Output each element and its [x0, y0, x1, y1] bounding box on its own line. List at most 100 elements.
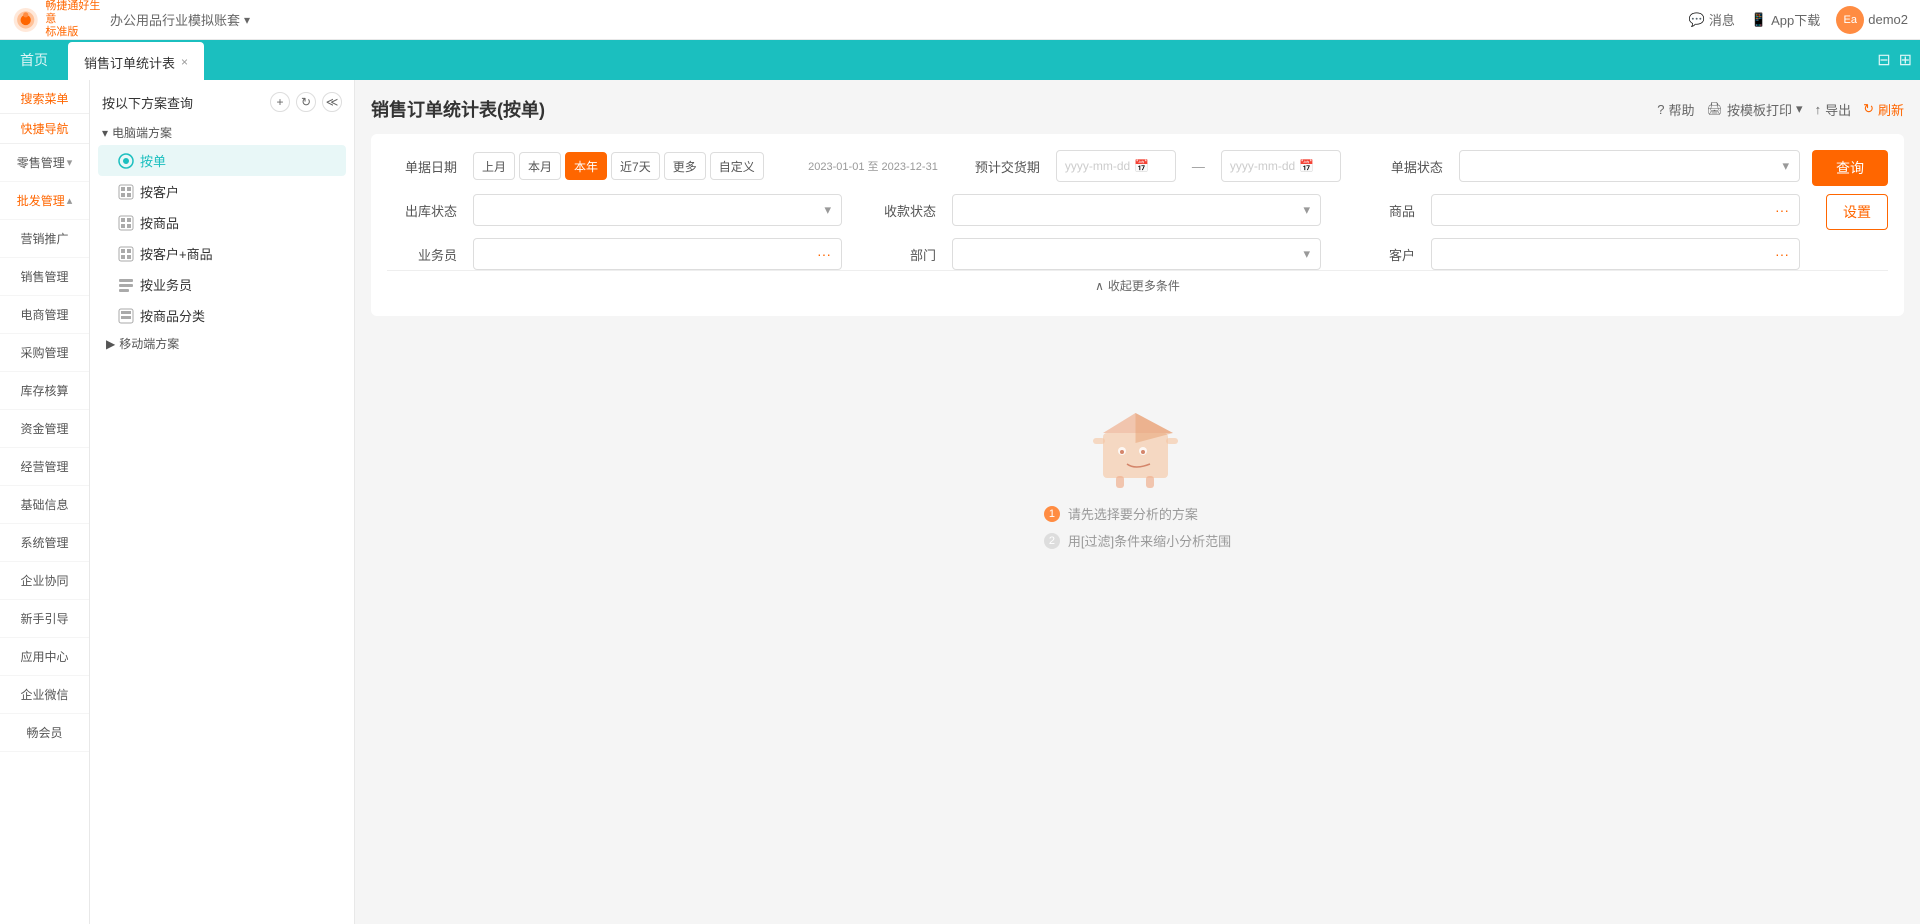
page-title: 销售订单统计表(按单) [371, 96, 545, 122]
sidebar-item-finance[interactable]: 资金管理 [0, 410, 89, 448]
goods-dots-icon[interactable]: ··· [1775, 202, 1789, 218]
scheme-item-by-customer[interactable]: 按客户 [98, 176, 346, 207]
customer-dots-icon[interactable]: ··· [1775, 246, 1789, 262]
sidebar-item-sales[interactable]: 销售管理 [0, 258, 89, 296]
filter-row-1: 单据日期 上月 本月 本年 近7天 更多 自定义 2023-01-01 至 20… [387, 150, 1888, 270]
goods-select[interactable]: ··· [1431, 194, 1800, 226]
filter-area: 单据日期 上月 本月 本年 近7天 更多 自定义 2023-01-01 至 20… [371, 134, 1904, 316]
delivery-dropdown-icon: ▾ [824, 202, 831, 218]
collapse-filters-button[interactable]: ∧ 收起更多条件 [387, 271, 1888, 300]
salesman-label: 业务员 [387, 245, 457, 264]
sidebar-item-member[interactable]: 畅会员 [0, 714, 89, 752]
salesman-dots-icon[interactable]: ··· [817, 246, 831, 262]
setting-button[interactable]: 设置 [1826, 194, 1888, 230]
logo-area: 畅捷通好生意 标准版 [12, 0, 102, 39]
sidebar-item-ecommerce[interactable]: 电商管理 [0, 296, 89, 334]
salesman-select[interactable]: ··· [473, 238, 842, 270]
refresh-scheme-button[interactable]: ↻ [296, 92, 316, 112]
delivery-status-label: 出库状态 [387, 201, 457, 220]
add-scheme-button[interactable]: + [270, 92, 290, 112]
scheme-item-by-order[interactable]: 按单 [98, 145, 346, 176]
left-panel: 按以下方案查询 + ↻ ≪ ▾ 电脑端方案 [90, 80, 355, 924]
date-btn-this-year[interactable]: 本年 [565, 152, 607, 180]
tab-maximize-icon[interactable]: ⊞ [1899, 50, 1912, 70]
scheme-group-desktop: ▾ 电脑端方案 按单 [90, 120, 354, 331]
breadcrumb-text: 办公用品行业模拟账套 [110, 10, 240, 29]
sidebar-item-system[interactable]: 系统管理 [0, 524, 89, 562]
scheme-item-by-category[interactable]: 按商品分类 [98, 300, 346, 331]
doc-status-label: 单据状态 [1373, 157, 1443, 176]
refresh-icon: ↻ [301, 95, 311, 109]
doc-status-select[interactable]: ▾ [1459, 150, 1800, 182]
search-button[interactable]: 查询 [1812, 150, 1888, 186]
sidebar-search[interactable]: 搜索菜单 [0, 80, 89, 114]
date-btn-7days[interactable]: 近7天 [611, 152, 660, 180]
message-button[interactable]: 💬 消息 [1689, 10, 1735, 29]
sidebar-item-wechat[interactable]: 企业微信 [0, 676, 89, 714]
sidebar-item-basic[interactable]: 基础信息 [0, 486, 89, 524]
delivery-status-select[interactable]: ▾ [473, 194, 842, 226]
scheme-by-customer-goods-icon [118, 246, 134, 262]
tab-minimize-icon[interactable]: ⊟ [1877, 50, 1890, 70]
date-btn-more[interactable]: 更多 [664, 152, 706, 180]
expand-arrow-mobile-icon: ▶ [106, 337, 115, 351]
empty-illustration [1078, 388, 1198, 488]
sidebar-item-retail[interactable]: 零售管理 ▾ [0, 144, 89, 182]
filter-left: 单据日期 上月 本月 本年 近7天 更多 自定义 2023-01-01 至 20… [387, 150, 1800, 270]
forecast-date-start[interactable]: yyyy-mm-dd 📅 [1056, 150, 1176, 182]
tab-close-icon[interactable]: × [181, 55, 188, 69]
sidebar-item-inventory[interactable]: 库存核算 [0, 372, 89, 410]
empty-tip-1: 1 请先选择要分析的方案 [1044, 504, 1231, 523]
scheme-group-mobile-header[interactable]: ▶ 移动端方案 [102, 331, 346, 356]
sidebar-item-guide[interactable]: 新手引导 [0, 600, 89, 638]
filter-row-3: 业务员 ··· 部门 ▾ 客户 [387, 238, 1800, 270]
right-panel: 销售订单统计表(按单) ? 帮助 🖨 按模板打印 ▾ ↑ 导出 [355, 80, 1920, 924]
collapse-panel-button[interactable]: ≪ [322, 92, 342, 112]
expand-icon-retail: ▾ [67, 156, 73, 169]
user-menu[interactable]: Ea demo2 [1836, 6, 1908, 34]
tab-home[interactable]: 首页 [0, 40, 68, 80]
sidebar-item-purchase[interactable]: 采购管理 [0, 334, 89, 372]
avatar: Ea [1836, 6, 1864, 34]
customer-select[interactable]: ··· [1431, 238, 1800, 270]
sidebar-item-marketing[interactable]: 营销推广 [0, 220, 89, 258]
breadcrumb-dropdown-icon[interactable]: ▾ [244, 13, 250, 27]
filter-row-2: 出库状态 ▾ 收款状态 ▾ 商品 [387, 194, 1800, 226]
date-btn-this-month[interactable]: 本月 [519, 152, 561, 180]
date-separator: — [1192, 159, 1205, 174]
sidebar-item-wholesale[interactable]: 批发管理 ▴ [0, 182, 89, 220]
logo-icon [12, 4, 39, 36]
payment-status-label: 收款状态 [866, 201, 936, 220]
scheme-item-by-goods[interactable]: 按商品 [98, 207, 346, 238]
department-select[interactable]: ▾ [952, 238, 1321, 270]
date-filter-row: 单据日期 上月 本月 本年 近7天 更多 自定义 2023-01-01 至 20… [387, 150, 1800, 182]
scheme-item-by-customer-goods[interactable]: 按客户+商品 [98, 238, 346, 269]
help-button[interactable]: ? 帮助 [1657, 100, 1694, 119]
scheme-group-desktop-header[interactable]: ▾ 电脑端方案 [98, 120, 346, 145]
collapse-icon: ≪ [326, 95, 339, 109]
date-btn-custom[interactable]: 自定义 [710, 152, 764, 180]
sidebar: 搜索菜单 快捷导航 零售管理 ▾ 批发管理 ▴ 营销推广 销售管理 电商管理 采… [0, 80, 90, 924]
tab-bar: 首页 销售订单统计表 × ⊟ ⊞ [0, 40, 1920, 80]
refresh-button[interactable]: ↻ 刷新 [1863, 100, 1904, 119]
scheme-group-mobile: ▶ 移动端方案 [90, 331, 354, 356]
tab-current[interactable]: 销售订单统计表 × [68, 42, 204, 82]
scheme-by-order-icon [118, 153, 134, 169]
expand-arrow-icon: ▾ [102, 126, 108, 140]
sidebar-nav[interactable]: 快捷导航 [0, 114, 89, 144]
filter-buttons: 查询 设置 [1812, 150, 1888, 230]
main-layout: 搜索菜单 快捷导航 零售管理 ▾ 批发管理 ▴ 营销推广 销售管理 电商管理 采… [0, 80, 1920, 924]
payment-status-select[interactable]: ▾ [952, 194, 1321, 226]
collapse-up-icon: ∧ [1095, 279, 1104, 293]
sidebar-item-operation[interactable]: 经营管理 [0, 448, 89, 486]
app-download-button[interactable]: 📱 App下载 [1751, 10, 1820, 29]
export-button[interactable]: ↑ 导出 [1815, 100, 1852, 119]
forecast-date-end[interactable]: yyyy-mm-dd 📅 [1221, 150, 1341, 182]
payment-dropdown-icon: ▾ [1303, 202, 1310, 218]
sidebar-item-enterprise[interactable]: 企业协同 [0, 562, 89, 600]
panel-header: 按以下方案查询 + ↻ ≪ [90, 92, 354, 120]
scheme-item-by-salesman[interactable]: 按业务员 [98, 269, 346, 300]
date-btn-last-month[interactable]: 上月 [473, 152, 515, 180]
print-button[interactable]: 🖨 按模板打印 ▾ [1707, 100, 1803, 119]
sidebar-item-appcenter[interactable]: 应用中心 [0, 638, 89, 676]
